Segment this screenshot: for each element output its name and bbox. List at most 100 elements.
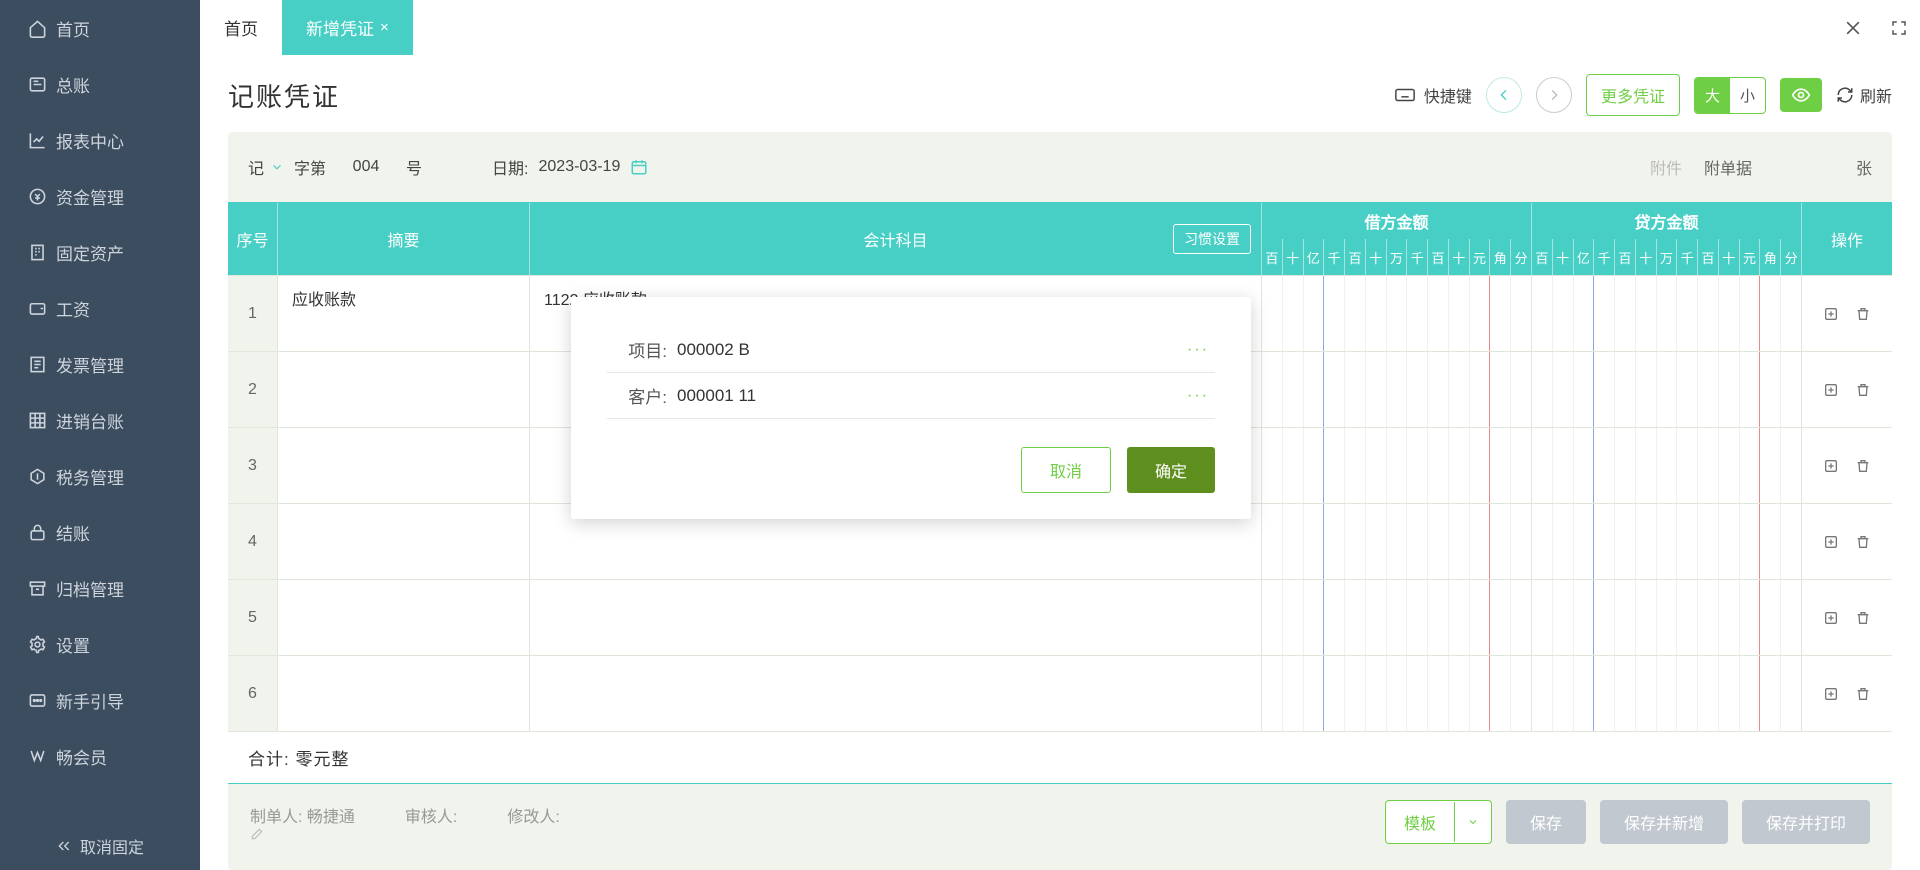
- delete-row-icon[interactable]: [1854, 305, 1872, 323]
- cancel-button[interactable]: 取消: [1021, 447, 1111, 493]
- row-summary[interactable]: [278, 580, 530, 655]
- confirm-button[interactable]: 确定: [1127, 447, 1215, 493]
- row-ops: [1802, 656, 1892, 731]
- visibility-toggle[interactable]: [1780, 78, 1822, 112]
- sidebar-item-close[interactable]: 结账: [0, 504, 200, 560]
- sidebar-item-settings[interactable]: 设置: [0, 616, 200, 672]
- sidebar-item-tax[interactable]: 税务管理: [0, 448, 200, 504]
- aux-info-popup: 项目: 000002 B ··· 客户: 000001 11 ··· 取消 确定: [571, 297, 1251, 519]
- row-summary[interactable]: [278, 656, 530, 731]
- size-large[interactable]: 大: [1695, 78, 1730, 113]
- sidebar-item-home[interactable]: 首页: [0, 0, 200, 56]
- sidebar-item-funds[interactable]: 资金管理: [0, 168, 200, 224]
- more-vouchers-button[interactable]: 更多凭证: [1586, 74, 1680, 116]
- fullscreen-icon[interactable]: [1886, 15, 1912, 41]
- popup-value[interactable]: 000002 B: [677, 340, 1181, 360]
- row-ops: [1802, 504, 1892, 579]
- insert-row-icon[interactable]: [1822, 381, 1840, 399]
- row-seq: 4: [228, 504, 278, 579]
- sidebar-item-salary[interactable]: 工资: [0, 280, 200, 336]
- sidebar-item-label: 固定资产: [56, 240, 124, 265]
- popup-row-customer: 客户: 000001 11 ···: [607, 373, 1215, 419]
- habit-settings-button[interactable]: 习惯设置: [1173, 224, 1251, 254]
- sidebar-item-ledger[interactable]: 总账: [0, 56, 200, 112]
- insert-row-icon[interactable]: [1822, 305, 1840, 323]
- hao-label: 号: [406, 155, 422, 179]
- date-label: 日期:: [492, 155, 528, 179]
- sidebar-item-guide[interactable]: 新手引导: [0, 672, 200, 728]
- insert-row-icon[interactable]: [1822, 457, 1840, 475]
- row-summary[interactable]: [278, 352, 530, 427]
- row-summary[interactable]: [278, 504, 530, 579]
- template-button[interactable]: 模板: [1385, 800, 1492, 844]
- save-new-button[interactable]: 保存并新增: [1600, 800, 1728, 844]
- lock-icon: [28, 523, 56, 542]
- row-summary[interactable]: 应收账款: [278, 276, 530, 351]
- sidebar-item-reports[interactable]: 报表中心: [0, 112, 200, 168]
- guide-icon: [28, 691, 56, 710]
- row-seq: 6: [228, 656, 278, 731]
- shortcut-hint[interactable]: 快捷键: [1394, 83, 1472, 107]
- delete-row-icon[interactable]: [1854, 609, 1872, 627]
- save-button[interactable]: 保存: [1506, 800, 1586, 844]
- sidebar-collapse-label: 取消固定: [80, 834, 144, 858]
- row-seq: 3: [228, 428, 278, 503]
- delete-row-icon[interactable]: [1854, 533, 1872, 551]
- popup-value[interactable]: 000001 11: [677, 386, 1181, 406]
- col-credit-label: 贷方金额: [1532, 203, 1801, 239]
- attachment-button[interactable]: 附件: [1650, 155, 1682, 179]
- size-toggle: 大 小: [1694, 77, 1766, 114]
- row-summary[interactable]: [278, 428, 530, 503]
- refresh-label: 刷新: [1860, 83, 1892, 107]
- sidebar-item-assets[interactable]: 固定资产: [0, 224, 200, 280]
- refresh-button[interactable]: 刷新: [1836, 83, 1892, 107]
- save-print-button[interactable]: 保存并打印: [1742, 800, 1870, 844]
- modifier: 修改人:: [507, 803, 559, 841]
- date-value[interactable]: 2023-03-19: [539, 158, 621, 176]
- calendar-icon[interactable]: [630, 158, 648, 176]
- zi-label: 字第: [294, 155, 326, 179]
- sidebar-item-psi[interactable]: 进销台账: [0, 392, 200, 448]
- table-row: 6: [228, 655, 1892, 731]
- sidebar: 首页 总账 报表中心 资金管理 固定资产 工资 发票管理 进销台账 税务管理 结…: [0, 0, 200, 870]
- main: 首页 新增凭证× 记账凭证 快捷键 更多凭证 大 小: [200, 0, 1920, 870]
- prev-voucher-button[interactable]: [1486, 77, 1522, 113]
- next-voucher-button[interactable]: [1536, 77, 1572, 113]
- row-subject[interactable]: [530, 580, 1262, 655]
- insert-row-icon[interactable]: [1822, 533, 1840, 551]
- collapse-icon: [56, 838, 72, 854]
- row-subject[interactable]: [530, 656, 1262, 731]
- chevron-down-icon: [270, 160, 284, 174]
- tab-label: 首页: [224, 15, 258, 40]
- sidebar-item-label: 工资: [56, 296, 90, 321]
- insert-row-icon[interactable]: [1822, 609, 1840, 627]
- shortcut-label: 快捷键: [1424, 83, 1472, 107]
- sidebar-item-vip[interactable]: 畅会员: [0, 728, 200, 784]
- ellipsis-icon[interactable]: ···: [1181, 387, 1215, 405]
- sidebar-item-archive[interactable]: 归档管理: [0, 560, 200, 616]
- delete-row-icon[interactable]: [1854, 685, 1872, 703]
- sidebar-item-invoice[interactable]: 发票管理: [0, 336, 200, 392]
- voucher-number-input[interactable]: 004: [336, 158, 396, 176]
- insert-row-icon[interactable]: [1822, 685, 1840, 703]
- total-row: 合计: 零元整: [228, 731, 1892, 783]
- col-debit-label: 借方金额: [1262, 203, 1531, 239]
- sidebar-collapse[interactable]: 取消固定: [0, 822, 200, 870]
- tab-new-voucher[interactable]: 新增凭证×: [282, 0, 413, 55]
- row-ops: [1802, 276, 1892, 351]
- table-row: 5: [228, 579, 1892, 655]
- edit-icon[interactable]: [250, 827, 355, 841]
- col-op: 操作: [1802, 203, 1892, 275]
- ellipsis-icon[interactable]: ···: [1181, 341, 1215, 359]
- close-window-icon[interactable]: [1840, 15, 1866, 41]
- delete-row-icon[interactable]: [1854, 457, 1872, 475]
- tab-home[interactable]: 首页: [200, 0, 282, 55]
- voucher-type-value: 记: [248, 155, 264, 179]
- popup-row-project: 项目: 000002 B ···: [607, 327, 1215, 373]
- size-small[interactable]: 小: [1730, 78, 1765, 113]
- col-seq: 序号: [228, 203, 278, 275]
- invoice-icon: [28, 355, 56, 374]
- voucher-type-field[interactable]: 记: [248, 155, 284, 179]
- delete-row-icon[interactable]: [1854, 381, 1872, 399]
- close-icon[interactable]: ×: [380, 19, 389, 36]
